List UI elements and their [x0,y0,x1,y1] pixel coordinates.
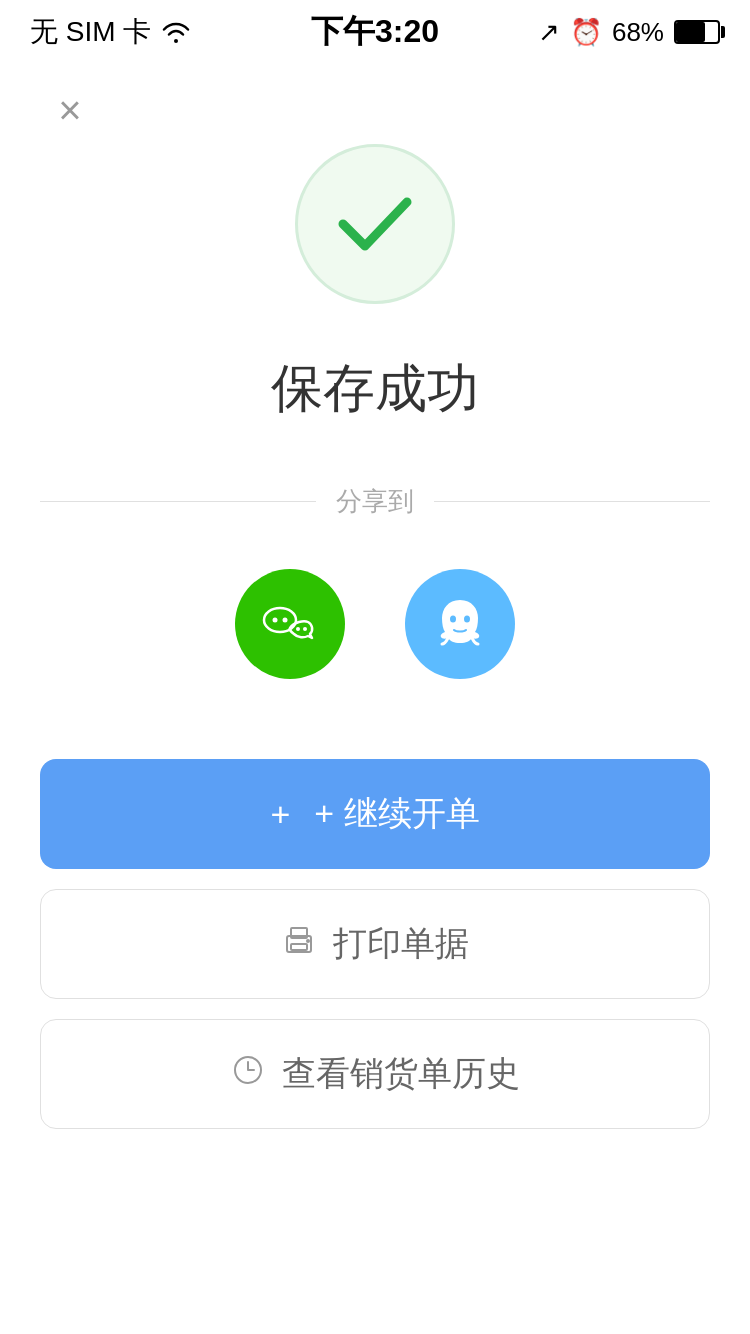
continue-label: + 继续开单 [314,791,479,837]
print-icon [281,922,317,966]
status-right: ↗ ⏰ 68% [538,17,720,48]
svg-point-3 [296,627,300,631]
history-button[interactable]: 查看销货单历史 [40,1019,710,1129]
svg-point-2 [283,618,288,623]
status-bar: 无 SIM 卡 下午3:20 ↗ ⏰ 68% [0,0,750,64]
checkmark-icon [335,194,415,254]
share-section: 分享到 [0,484,750,759]
qq-icon [428,592,492,656]
history-label: 查看销货单历史 [282,1051,520,1097]
main-content: 保存成功 分享到 [0,64,750,1129]
battery-percentage: 68% [612,17,664,48]
svg-point-6 [464,616,470,623]
divider-left [40,501,316,502]
location-icon: ↗ [538,17,560,48]
history-icon [230,1052,266,1096]
share-label: 分享到 [316,484,434,519]
plus-icon: + [270,795,290,834]
divider-right [434,501,710,502]
action-buttons: + + 继续开单 打印单据 查看销货单历 [0,759,750,1129]
status-time: 下午3:20 [311,10,439,54]
share-qq-button[interactable] [405,569,515,679]
share-wechat-button[interactable] [235,569,345,679]
continue-button[interactable]: + + 继续开单 [40,759,710,869]
share-divider: 分享到 [40,484,710,519]
svg-point-5 [450,616,456,623]
carrier-label: 无 SIM 卡 [30,13,151,51]
close-icon: × [58,90,81,130]
print-button[interactable]: 打印单据 [40,889,710,999]
success-circle [295,144,455,304]
print-label: 打印单据 [333,921,469,967]
svg-point-10 [306,939,310,943]
close-button[interactable]: × [40,80,100,140]
status-left: 无 SIM 卡 [30,13,191,51]
wifi-icon [161,21,191,43]
alarm-icon: ⏰ [570,17,602,48]
svg-rect-9 [291,944,307,950]
svg-point-4 [303,627,307,631]
svg-point-1 [273,618,278,623]
battery-icon [674,20,720,44]
success-title: 保存成功 [271,354,479,424]
wechat-icon [258,592,322,656]
share-buttons [40,569,710,679]
